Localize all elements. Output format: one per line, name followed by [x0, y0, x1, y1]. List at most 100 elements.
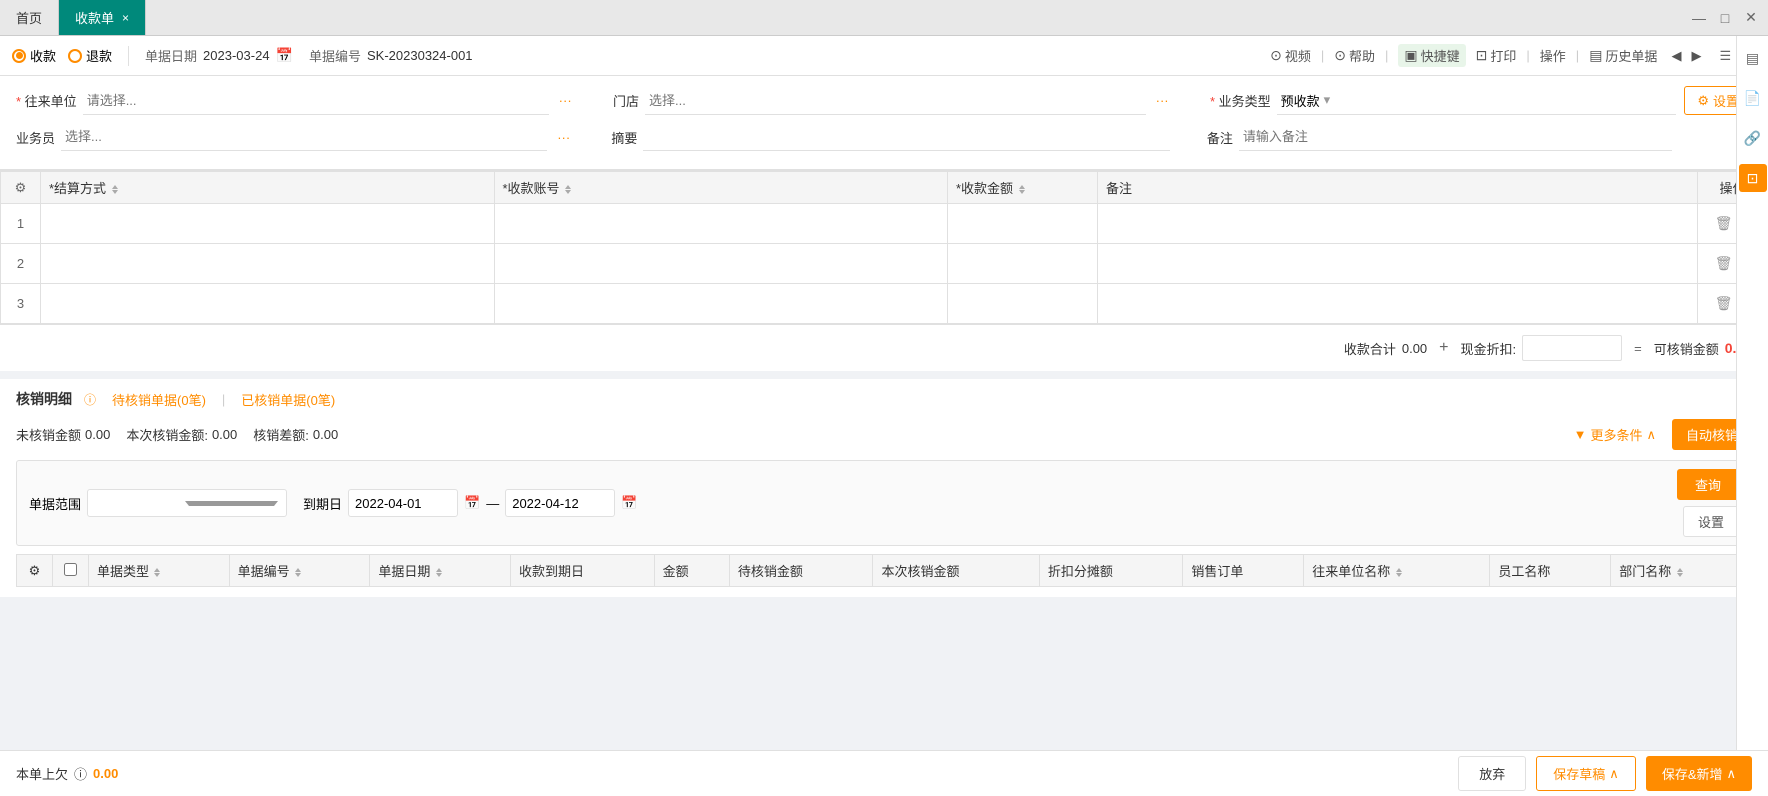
print-btn[interactable]: ⊡ 打印: [1476, 46, 1517, 65]
help-btn[interactable]: ⊙ 帮助: [1334, 46, 1375, 65]
radio-refund[interactable]: 退款: [68, 46, 112, 65]
save-draft-button[interactable]: 保存草稿 ∧: [1536, 756, 1636, 791]
tab-close-icon[interactable]: ×: [122, 11, 129, 25]
nav-prev[interactable]: ◀: [1667, 46, 1685, 66]
calendar-to-icon[interactable]: 📅: [621, 495, 637, 511]
row-2-account[interactable]: [494, 244, 948, 284]
row-1-amount[interactable]: [948, 204, 1098, 244]
chevron-down-icon: ▾: [1324, 92, 1331, 108]
tab-pending[interactable]: 待核销单据(0笔): [108, 390, 210, 409]
sidebar-table-icon[interactable]: ▤: [1739, 44, 1767, 72]
diff-stat: 核销差额: 0.00: [253, 425, 338, 444]
bt-th-gear[interactable]: ⚙: [17, 555, 53, 587]
row-3-account[interactable]: [494, 284, 948, 324]
th-settlement: *结算方式: [41, 172, 495, 204]
footer-buttons: 放弃 保存草稿 ∧ 保存&新增 ∧: [1458, 756, 1752, 791]
row-num-2: 2: [1, 244, 41, 284]
salesperson-input[interactable]: [61, 123, 547, 151]
sidebar-screen-icon[interactable]: ⊡: [1739, 164, 1767, 192]
delete-icon[interactable]: 🗑: [1715, 295, 1733, 312]
number-value: SK-20230324-001: [367, 48, 473, 63]
row-2-amount[interactable]: [948, 244, 1098, 284]
save-new-button[interactable]: 保存&新增 ∧: [1646, 756, 1752, 791]
minimize-button[interactable]: —: [1690, 9, 1708, 27]
bt-th-checkbox[interactable]: [53, 555, 89, 587]
row-1-note[interactable]: [1098, 204, 1698, 244]
row-1-settlement[interactable]: [41, 204, 495, 244]
row-3-amount[interactable]: [948, 284, 1098, 324]
gear-icon: ⚙: [15, 180, 27, 195]
receipt-table: ⚙ *结算方式 *收款账号 *收款金额 备注 操作: [0, 171, 1768, 324]
select-all-checkbox[interactable]: [64, 563, 77, 576]
note-input[interactable]: [1239, 123, 1672, 151]
row-3-settlement[interactable]: [41, 284, 495, 324]
delete-icon[interactable]: 🗑: [1715, 255, 1733, 272]
bt-th-pending: 待核销金额: [729, 555, 873, 587]
filter-icon: ▼: [1574, 427, 1587, 442]
tab-home[interactable]: 首页: [0, 0, 59, 35]
radio-receive[interactable]: 收款: [12, 46, 56, 65]
salesperson-more-icon[interactable]: ···: [553, 130, 574, 145]
chevron-up-icon: ∧: [1609, 766, 1619, 782]
date-from-label: 到期日: [303, 494, 342, 513]
right-sidebar: ▤ 📄 🔗 ⊡: [1736, 36, 1768, 750]
info-icon[interactable]: ⓘ: [74, 764, 87, 783]
th-amount: *收款金额: [948, 172, 1098, 204]
maximize-button[interactable]: □: [1716, 9, 1734, 27]
operation-btn[interactable]: 操作: [1540, 46, 1566, 65]
store-more-icon[interactable]: ···: [1152, 93, 1173, 108]
date-to-input[interactable]: [505, 489, 615, 517]
bt-th-employee: 员工名称: [1490, 555, 1611, 587]
row-3-note[interactable]: [1098, 284, 1698, 324]
store-input[interactable]: [645, 87, 1146, 115]
date-from-input[interactable]: [348, 489, 458, 517]
delete-icon[interactable]: 🗑: [1715, 215, 1733, 232]
date-range-dash: —: [486, 496, 499, 511]
business-type-select[interactable]: 预收款 ▾: [1277, 87, 1677, 115]
bt-th-type: 单据类型: [89, 555, 230, 587]
video-btn[interactable]: ⊙ 视频: [1270, 46, 1311, 65]
radio-refund-circle: [68, 49, 82, 63]
calendar-icon[interactable]: 📅: [276, 47, 293, 64]
row-1-account[interactable]: [494, 204, 948, 244]
business-type-label: 业务类型: [1210, 91, 1271, 110]
carryover-value: 0.00: [93, 766, 118, 781]
calendar-from-icon[interactable]: 📅: [464, 495, 480, 511]
video-icon: ⊙: [1270, 47, 1282, 64]
tab-receipt[interactable]: 收款单 ×: [59, 0, 146, 35]
bt-th-due: 收款到期日: [511, 555, 655, 587]
row-num-3: 3: [1, 284, 41, 324]
settings-button-2[interactable]: 设置: [1683, 506, 1739, 537]
sidebar-doc-icon[interactable]: 📄: [1739, 84, 1767, 112]
store-label: 门店: [613, 91, 639, 110]
shortcut-btn[interactable]: ▣ 快捷键: [1398, 44, 1465, 67]
nav-next[interactable]: ▶: [1687, 46, 1705, 66]
discount-input[interactable]: [1522, 335, 1622, 361]
unchecked-label: 未核销金额: [16, 425, 81, 444]
th-gear[interactable]: ⚙: [1, 172, 41, 204]
row-num-1: 1: [1, 204, 41, 244]
info-icon[interactable]: ⓘ: [84, 391, 96, 408]
range-select[interactable]: [87, 489, 287, 517]
sort-icon: [1019, 185, 1025, 194]
history-icon: ▤: [1589, 47, 1602, 64]
view-list[interactable]: ☰: [1715, 46, 1735, 66]
counterpart-input[interactable]: [83, 87, 549, 115]
carryover-label: 本单上欠: [16, 764, 68, 783]
history-btn[interactable]: ▤ 历史单据: [1589, 46, 1657, 65]
close-button[interactable]: ✕: [1742, 9, 1760, 27]
form-section: 往来单位 ··· 门店 ··· 业务类型 预收款 ▾ ⚙ 设置: [0, 76, 1768, 170]
row-2-settlement[interactable]: [41, 244, 495, 284]
query-button[interactable]: 查询: [1677, 469, 1739, 500]
row-2-note[interactable]: [1098, 244, 1698, 284]
sort-icon: [565, 185, 571, 194]
tab-done[interactable]: 已核销单据(0笔): [237, 390, 339, 409]
note-field: 备注: [1207, 123, 1672, 151]
counterpart-more-icon[interactable]: ···: [555, 93, 576, 108]
plus-operator: +: [1439, 339, 1448, 357]
more-conditions-btn[interactable]: ▼ 更多条件 ∧: [1574, 425, 1656, 444]
sidebar-link-icon[interactable]: 🔗: [1739, 124, 1767, 152]
abstract-input[interactable]: [643, 123, 1169, 151]
abandon-button[interactable]: 放弃: [1458, 756, 1526, 791]
help-icon: ⊙: [1334, 47, 1346, 64]
